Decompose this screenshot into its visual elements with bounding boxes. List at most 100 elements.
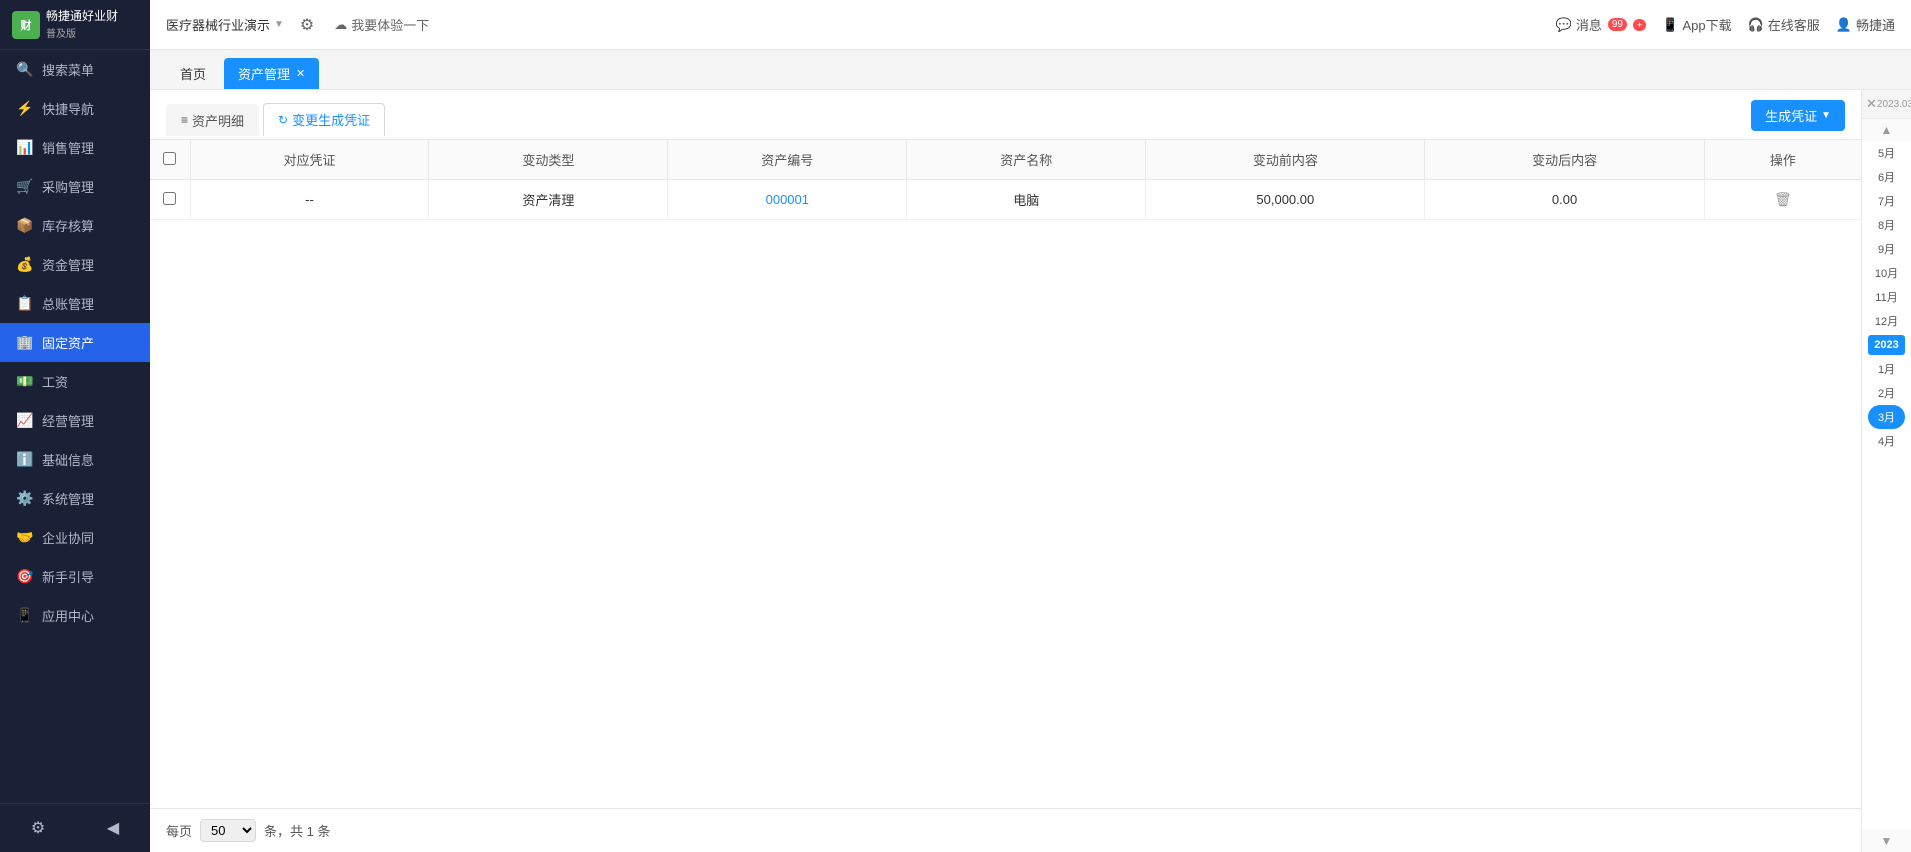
panel-title: 2023.03 xyxy=(1877,99,1911,110)
row-asset-code-0[interactable]: 000001 xyxy=(668,180,907,220)
company-name: 医疗器械行业演示 xyxy=(166,15,270,34)
panel-header: ✕ 2023.03 ⤢ xyxy=(1862,90,1911,119)
nav-label-quick-nav: 快捷导航 xyxy=(42,99,94,118)
nav-label-payroll: 工资 xyxy=(42,372,68,391)
message-icon: 💬 xyxy=(1556,17,1572,33)
pagination: 每页 102050100 条，共 1 条 xyxy=(150,808,1861,852)
logo-sub: 普及版 xyxy=(46,25,118,40)
sidebar-item-system[interactable]: ⚙️系统管理 xyxy=(0,479,150,518)
sidebar-bottom: ⚙ ◀ xyxy=(0,803,150,852)
sidebar-item-search[interactable]: 🔍搜索菜单 xyxy=(0,50,150,89)
customer-service-button[interactable]: 🎧 在线客服 xyxy=(1748,15,1820,34)
tab-change-voucher-label: 变更生成凭证 xyxy=(292,110,370,129)
gear-icon[interactable]: ⚙ xyxy=(300,15,314,35)
collapse-button[interactable]: ◀ xyxy=(97,812,129,844)
sidebar-item-basic-info[interactable]: ℹ️基础信息 xyxy=(0,440,150,479)
total-label: 条，共 1 条 xyxy=(264,821,330,840)
company-selector[interactable]: 医疗器械行业演示 ▼ xyxy=(166,15,284,34)
logo-text: 畅捷通好业财 xyxy=(46,9,118,25)
row-checkbox-0[interactable] xyxy=(163,192,176,205)
timeline-month-2月[interactable]: 2月 xyxy=(1862,381,1911,405)
sidebar-item-inventory[interactable]: 📦 库存核算 xyxy=(0,206,150,245)
sidebar-item-purchase[interactable]: 🛒采购管理 xyxy=(0,167,150,206)
nav-icon-inventory: 📦 xyxy=(16,217,34,235)
col-action: 操作 xyxy=(1704,140,1861,180)
row-action-0: 🗑 xyxy=(1704,180,1861,220)
refresh-icon: ↻ xyxy=(278,113,288,127)
settings-button[interactable]: ⚙ xyxy=(21,812,55,844)
generate-voucher-button[interactable]: 生成凭证 ▼ xyxy=(1751,100,1845,131)
nav-icon-funds: 💰 xyxy=(16,256,34,274)
tab-asset-list-label: 资产明细 xyxy=(192,111,244,130)
nav-icon-operations: 📈 xyxy=(16,412,34,430)
select-all-checkbox[interactable] xyxy=(163,152,176,165)
tab-label-home: 首页 xyxy=(180,64,206,83)
select-all-header xyxy=(150,140,190,180)
timeline-scroll-up[interactable]: ▲ xyxy=(1862,119,1911,141)
row-before-change-0: 50,000.00 xyxy=(1146,180,1425,220)
tab-home[interactable]: 首页 xyxy=(166,58,220,89)
delete-button-0[interactable]: 🗑 xyxy=(1774,191,1792,207)
sidebar-item-guide[interactable]: 🎯新手引导 xyxy=(0,557,150,596)
sidebar-item-fixed-assets[interactable]: 🏢 固定资产 xyxy=(0,323,150,362)
timeline-month-1月[interactable]: 1月 xyxy=(1862,357,1911,381)
message-button[interactable]: 💬 消息 99 + xyxy=(1556,15,1647,34)
nav-label-operations: 经营管理 xyxy=(42,411,94,430)
timeline-month-4月[interactable]: 4月 xyxy=(1862,429,1911,453)
user-menu[interactable]: 👤 畅捷通 xyxy=(1836,15,1895,34)
caret-down-icon: ▼ xyxy=(1821,110,1831,121)
col-voucher: 对应凭证 xyxy=(190,140,429,180)
nav-label-enterprise: 企业协同 xyxy=(42,528,94,547)
timeline-month[interactable]: 6月 xyxy=(1862,165,1911,189)
timeline-month-3月[interactable]: 3月 xyxy=(1868,405,1905,429)
page-size-select[interactable]: 102050100 xyxy=(200,819,256,842)
row-change-type-0: 资产清理 xyxy=(429,180,668,220)
timeline-scroll-down[interactable]: ▼ xyxy=(1862,830,1911,852)
nav-icon-ledger: 📋 xyxy=(16,295,34,313)
sidebar-item-payroll[interactable]: 💵工资 xyxy=(0,362,150,401)
nav-icon-search: 🔍 xyxy=(16,61,34,79)
tab-label-asset-mgmt: 资产管理 xyxy=(238,64,290,83)
timeline-month[interactable]: 7月 xyxy=(1862,189,1911,213)
col-asset-name: 资产名称 xyxy=(907,140,1146,180)
timeline-year-2023[interactable]: 2023 xyxy=(1868,335,1905,355)
panel-close-button[interactable]: ✕ xyxy=(1866,96,1877,112)
list-icon: ≡ xyxy=(181,113,188,127)
sidebar-item-enterprise[interactable]: 🤝企业协同 xyxy=(0,518,150,557)
timeline-month[interactable]: 5月 xyxy=(1862,141,1911,165)
nav-icon-app-center: 📱 xyxy=(16,607,34,625)
tab-close-asset-mgmt[interactable]: ✕ xyxy=(296,67,305,80)
col-asset-code: 资产编号 xyxy=(668,140,907,180)
timeline-month[interactable]: 12月 xyxy=(1862,309,1911,333)
sidebar-logo: 财 畅捷通好业财 普及版 xyxy=(0,0,150,50)
nav-list: 🔍搜索菜单⚡快捷导航📊销售管理🛒采购管理 📦 库存核算 💰资金管理 📋 总账管理 🏢 固定资产… xyxy=(0,50,150,803)
logo-icon: 财 xyxy=(12,11,40,39)
sidebar-item-ledger[interactable]: 📋 总账管理 xyxy=(0,284,150,323)
nav-label-system: 系统管理 xyxy=(42,489,94,508)
nav-label-inventory: 库存核算 xyxy=(42,216,94,235)
tab-bar: 首页 资产管理 ✕ xyxy=(150,50,1911,90)
sidebar-item-sales[interactable]: 📊销售管理 xyxy=(0,128,150,167)
sidebar-item-app-center[interactable]: 📱应用中心 xyxy=(0,596,150,635)
timeline-month[interactable]: 11月 xyxy=(1862,285,1911,309)
timeline-month[interactable]: 9月 xyxy=(1862,237,1911,261)
nav-label-fixed-assets: 固定资产 xyxy=(42,333,94,352)
sidebar-item-quick-nav[interactable]: ⚡快捷导航 xyxy=(0,89,150,128)
timeline-month[interactable]: 10月 xyxy=(1862,261,1911,285)
app-download-button[interactable]: 📱 App下载 xyxy=(1662,15,1731,34)
nav-label-sales: 销售管理 xyxy=(42,138,94,157)
sidebar-item-funds[interactable]: 💰资金管理 xyxy=(0,245,150,284)
main: 医疗器械行业演示 ▼ ⚙ ☁ 我要体验一下 💬 消息 99 + 📱 App下载 … xyxy=(150,0,1911,852)
nav-label-ledger: 总账管理 xyxy=(42,294,94,313)
plus-badge: + xyxy=(1633,19,1646,31)
experience-button[interactable]: ☁ 我要体验一下 xyxy=(334,15,429,34)
tab-asset-list[interactable]: ≡ 资产明细 xyxy=(166,104,259,136)
sidebar-item-operations[interactable]: 📈 经营管理 xyxy=(0,401,150,440)
col-change-type: 变动类型 xyxy=(429,140,668,180)
table-header-row: 对应凭证 变动类型 资产编号 资产名称 变动前内容 变动后内容 操作 xyxy=(150,140,1861,180)
tab-asset-mgmt[interactable]: 资产管理 ✕ xyxy=(224,58,319,89)
tab-change-voucher[interactable]: ↻ 变更生成凭证 xyxy=(263,103,385,137)
sidebar: 财 畅捷通好业财 普及版 🔍搜索菜单⚡快捷导航📊销售管理🛒采购管理 📦 库存核算 💰资… xyxy=(0,0,150,852)
timeline-month[interactable]: 8月 xyxy=(1862,213,1911,237)
nav-icon-fixed-assets: 🏢 xyxy=(16,334,34,352)
